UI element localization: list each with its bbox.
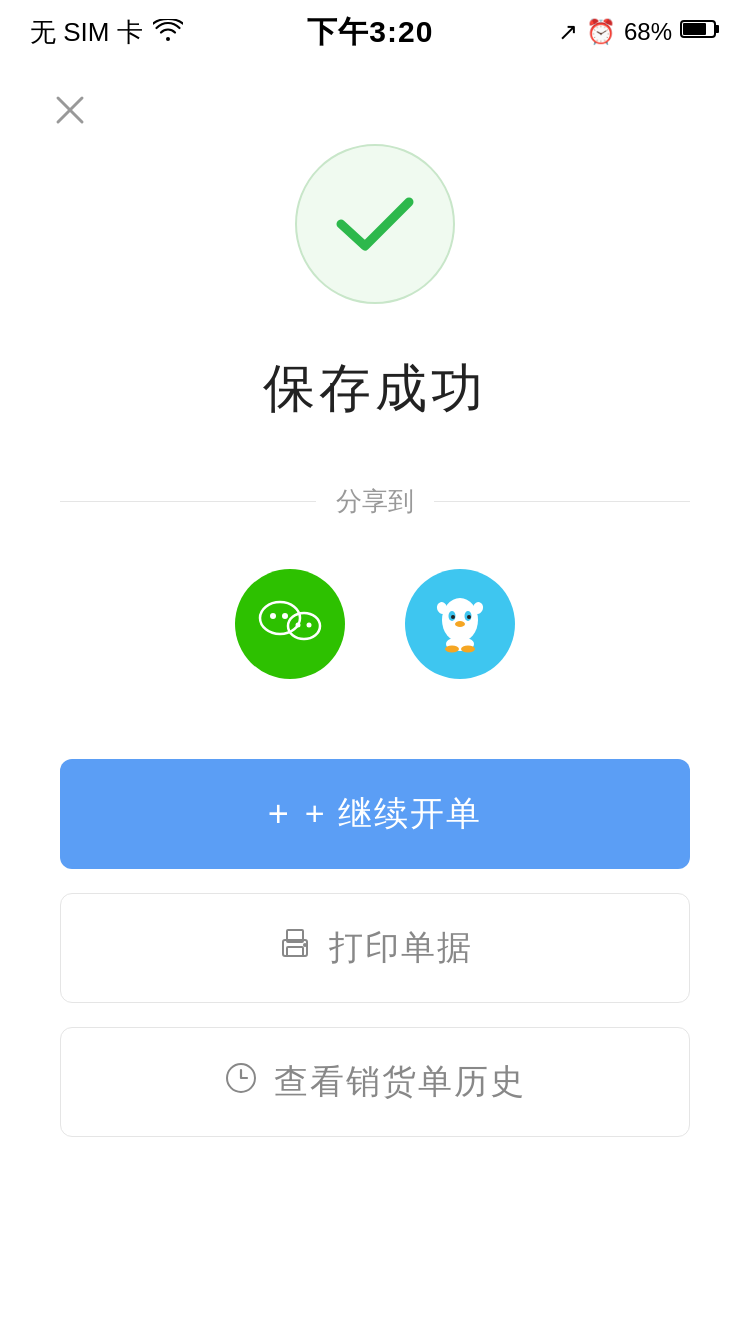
svg-point-17 <box>455 621 465 627</box>
svg-point-16 <box>467 615 471 619</box>
share-icons-row <box>235 569 515 679</box>
status-bar: 无 SIM 卡 下午3:20 ↗ ⏰ 68% <box>0 0 750 64</box>
wechat-icon <box>258 596 322 652</box>
wifi-icon <box>153 17 183 48</box>
action-buttons: + + 继续开单 打印单据 查看销货单历 <box>60 759 690 1137</box>
status-left: 无 SIM 卡 <box>30 15 183 50</box>
svg-point-20 <box>445 646 459 653</box>
svg-rect-1 <box>715 25 719 33</box>
svg-point-11 <box>442 598 478 642</box>
svg-point-5 <box>260 602 300 634</box>
svg-point-10 <box>307 623 312 628</box>
success-title: 保存成功 <box>263 354 487 424</box>
svg-point-8 <box>282 613 288 619</box>
alarm-icon: ⏰ <box>586 18 616 46</box>
continue-icon: + <box>268 793 289 835</box>
history-icon <box>224 1061 258 1103</box>
main-content: 保存成功 分享到 <box>0 64 750 1197</box>
share-label: 分享到 <box>336 484 414 519</box>
svg-point-25 <box>303 943 307 947</box>
printer-icon <box>277 927 313 969</box>
checkmark-icon <box>335 194 415 254</box>
svg-point-7 <box>270 613 276 619</box>
svg-point-21 <box>461 646 475 653</box>
continue-label: + 继续开单 <box>305 791 482 837</box>
history-button[interactable]: 查看销货单历史 <box>60 1027 690 1137</box>
svg-rect-2 <box>683 23 706 35</box>
wechat-share-button[interactable] <box>235 569 345 679</box>
close-button[interactable] <box>40 80 100 140</box>
location-icon: ↗ <box>558 18 578 46</box>
continue-button[interactable]: + + 继续开单 <box>60 759 690 869</box>
battery-icon <box>680 18 720 46</box>
close-icon <box>52 92 88 128</box>
status-time: 下午3:20 <box>307 12 433 53</box>
svg-point-9 <box>296 623 301 628</box>
success-icon-circle <box>295 144 455 304</box>
divider-right <box>434 501 690 502</box>
no-sim-text: 无 SIM 卡 <box>30 15 143 50</box>
svg-rect-24 <box>287 947 303 956</box>
svg-point-6 <box>288 613 320 639</box>
divider-left <box>60 501 316 502</box>
print-button[interactable]: 打印单据 <box>60 893 690 1003</box>
share-divider: 分享到 <box>60 484 690 519</box>
svg-point-15 <box>451 615 455 619</box>
qq-share-button[interactable] <box>405 569 515 679</box>
print-label: 打印单据 <box>329 925 473 971</box>
history-label: 查看销货单历史 <box>274 1059 526 1105</box>
battery-text: 68% <box>624 18 672 46</box>
status-right: ↗ ⏰ 68% <box>558 18 720 46</box>
qq-icon <box>430 592 490 656</box>
